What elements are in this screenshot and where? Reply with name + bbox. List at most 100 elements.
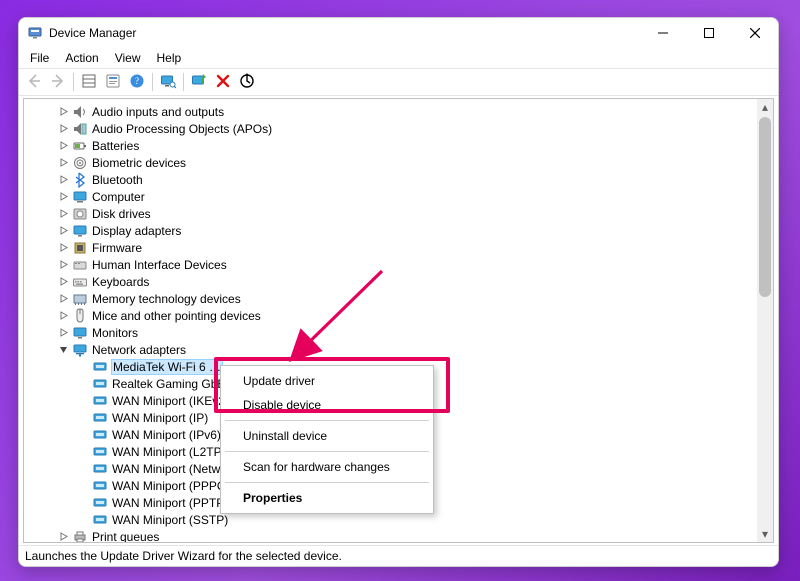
tree-node-label: Monitors bbox=[92, 326, 138, 340]
chevron-right-icon[interactable] bbox=[56, 173, 70, 187]
tree-node-label: Biometric devices bbox=[92, 156, 186, 170]
menu-file[interactable]: File bbox=[23, 50, 56, 66]
toolbar-forward[interactable] bbox=[47, 71, 69, 93]
device-manager-window: Device Manager File Action View Help bbox=[18, 17, 779, 567]
chevron-right-icon[interactable] bbox=[56, 241, 70, 255]
chevron-right-icon[interactable] bbox=[56, 139, 70, 153]
menu-action[interactable]: Action bbox=[58, 50, 105, 66]
chevron-right-icon[interactable] bbox=[56, 224, 70, 238]
expand-placeholder bbox=[76, 377, 90, 391]
chevron-right-icon[interactable] bbox=[56, 326, 70, 340]
tree-category[interactable]: Audio Processing Objects (APOs) bbox=[24, 120, 757, 137]
show-hidden-icon bbox=[81, 73, 97, 92]
ctx-update-driver[interactable]: Update driver bbox=[223, 369, 431, 393]
scroll-thumb[interactable] bbox=[759, 117, 771, 297]
ctx-separator bbox=[225, 420, 429, 421]
net-adapter-icon bbox=[92, 461, 108, 477]
audio-icon bbox=[72, 104, 88, 120]
mouse-icon bbox=[72, 308, 88, 324]
maximize-button[interactable] bbox=[686, 18, 732, 48]
desktop-background: Device Manager File Action View Help bbox=[0, 0, 800, 581]
tree-category[interactable]: Bluetooth bbox=[24, 171, 757, 188]
tree-category[interactable]: Computer bbox=[24, 188, 757, 205]
monitor-icon bbox=[72, 325, 88, 341]
chevron-right-icon[interactable] bbox=[56, 156, 70, 170]
disk-icon bbox=[72, 206, 88, 222]
chevron-right-icon[interactable] bbox=[56, 530, 70, 543]
tree-category[interactable]: Print queues bbox=[24, 528, 757, 542]
chevron-right-icon[interactable] bbox=[56, 207, 70, 221]
minimize-button[interactable] bbox=[640, 18, 686, 48]
memtech-icon bbox=[72, 291, 88, 307]
expand-placeholder bbox=[76, 462, 90, 476]
toolbar-help[interactable]: ? bbox=[126, 71, 148, 93]
ctx-disable-device[interactable]: Disable device bbox=[223, 393, 431, 417]
update-driver-icon bbox=[191, 73, 207, 92]
properties-icon bbox=[105, 73, 121, 92]
svg-text:?: ? bbox=[135, 76, 139, 86]
tree-node-label: Keyboards bbox=[92, 275, 149, 289]
scroll-down-icon[interactable]: ▾ bbox=[757, 526, 773, 542]
ctx-separator bbox=[225, 451, 429, 452]
toolbar-back[interactable] bbox=[23, 71, 45, 93]
close-button[interactable] bbox=[732, 18, 778, 48]
net-adapter-icon bbox=[92, 393, 108, 409]
chevron-right-icon[interactable] bbox=[56, 190, 70, 204]
tree-category[interactable]: Keyboards bbox=[24, 273, 757, 290]
device-tree-pane: Audio inputs and outputs Audio Processing… bbox=[23, 98, 774, 543]
tree-node-label: WAN Miniport (IPv6) bbox=[112, 428, 221, 442]
menu-view[interactable]: View bbox=[108, 50, 148, 66]
tree-category[interactable]: Biometric devices bbox=[24, 154, 757, 171]
vertical-scrollbar[interactable]: ▴ ▾ bbox=[757, 99, 773, 542]
menubar: File Action View Help bbox=[19, 48, 778, 69]
printer-icon bbox=[72, 529, 88, 543]
monitor-scan-icon bbox=[160, 73, 176, 92]
tree-node-label: Human Interface Devices bbox=[92, 258, 227, 272]
help-icon: ? bbox=[129, 73, 145, 92]
tree-category[interactable]: Display adapters bbox=[24, 222, 757, 239]
menu-help[interactable]: Help bbox=[150, 50, 189, 66]
expand-placeholder bbox=[76, 479, 90, 493]
tree-node-label: Computer bbox=[92, 190, 145, 204]
expand-placeholder bbox=[76, 360, 90, 374]
tree-node-label: Disk drives bbox=[92, 207, 151, 221]
toolbar-update-driver[interactable] bbox=[188, 71, 210, 93]
chevron-down-icon[interactable] bbox=[56, 343, 70, 357]
toolbar-show-hidden[interactable] bbox=[78, 71, 100, 93]
ctx-uninstall-device[interactable]: Uninstall device bbox=[223, 424, 431, 448]
chevron-right-icon[interactable] bbox=[56, 309, 70, 323]
tree-category-network[interactable]: Network adapters bbox=[24, 341, 757, 358]
ctx-separator bbox=[225, 482, 429, 483]
chevron-right-icon[interactable] bbox=[56, 105, 70, 119]
ctx-properties[interactable]: Properties bbox=[223, 486, 431, 510]
toolbar-scan-hardware[interactable] bbox=[236, 71, 258, 93]
forward-icon bbox=[50, 73, 66, 92]
tree-category[interactable]: Batteries bbox=[24, 137, 757, 154]
tree-node-label: Display adapters bbox=[92, 224, 181, 238]
tree-category[interactable]: Firmware bbox=[24, 239, 757, 256]
tree-node-label: MediaTek Wi-Fi 6 … bbox=[112, 360, 222, 374]
tree-category[interactable]: Disk drives bbox=[24, 205, 757, 222]
tree-category[interactable]: Mice and other pointing devices bbox=[24, 307, 757, 324]
expand-placeholder bbox=[76, 428, 90, 442]
ctx-scan-hardware[interactable]: Scan for hardware changes bbox=[223, 455, 431, 479]
toolbar-properties[interactable] bbox=[102, 71, 124, 93]
tree-node-label: Audio Processing Objects (APOs) bbox=[92, 122, 272, 136]
scroll-up-icon[interactable]: ▴ bbox=[757, 99, 773, 115]
chevron-right-icon[interactable] bbox=[56, 258, 70, 272]
tree-node-label: Mice and other pointing devices bbox=[92, 309, 261, 323]
chevron-right-icon[interactable] bbox=[56, 122, 70, 136]
toolbar-scan-monitor[interactable] bbox=[157, 71, 179, 93]
biometric-icon bbox=[72, 155, 88, 171]
expand-placeholder bbox=[76, 411, 90, 425]
tree-category[interactable]: Audio inputs and outputs bbox=[24, 103, 757, 120]
tree-node-label: Firmware bbox=[92, 241, 142, 255]
chevron-right-icon[interactable] bbox=[56, 292, 70, 306]
expand-placeholder bbox=[76, 445, 90, 459]
chevron-right-icon[interactable] bbox=[56, 275, 70, 289]
tree-node-label: Print queues bbox=[92, 530, 159, 543]
toolbar-uninstall[interactable] bbox=[212, 71, 234, 93]
tree-category[interactable]: Memory technology devices bbox=[24, 290, 757, 307]
tree-category[interactable]: Monitors bbox=[24, 324, 757, 341]
tree-category[interactable]: Human Interface Devices bbox=[24, 256, 757, 273]
